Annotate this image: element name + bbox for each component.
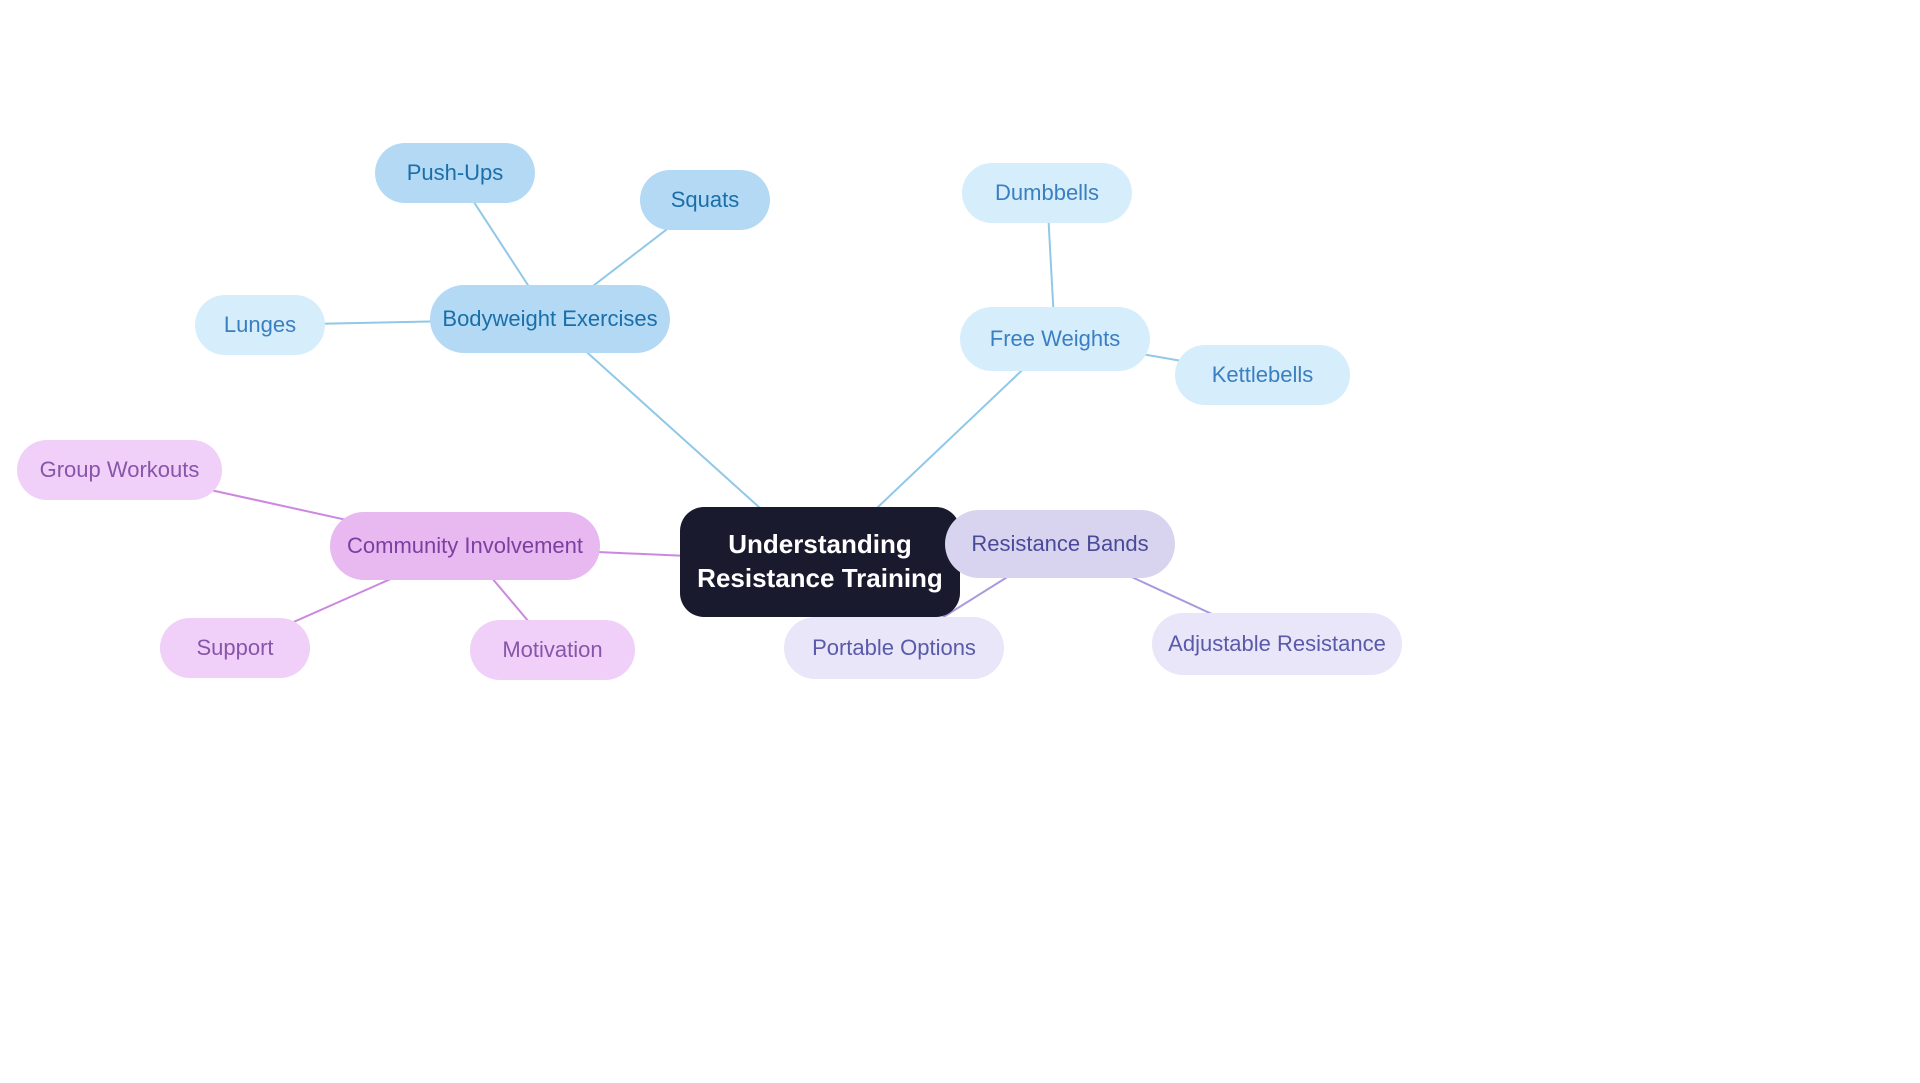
- community-node: Community Involvement: [330, 512, 600, 580]
- motivation-node: Motivation: [470, 620, 635, 680]
- resistbands-node: Resistance Bands: [945, 510, 1175, 578]
- center-node: Understanding Resistance Training: [680, 507, 960, 617]
- groupwork-node: Group Workouts: [17, 440, 222, 500]
- support-node: Support: [160, 618, 310, 678]
- dumbbells-node: Dumbbells: [962, 163, 1132, 223]
- portable-node: Portable Options: [784, 617, 1004, 679]
- squats-node: Squats: [640, 170, 770, 230]
- adjustable-node: Adjustable Resistance: [1152, 613, 1402, 675]
- lunges-node: Lunges: [195, 295, 325, 355]
- pushups-node: Push-Ups: [375, 143, 535, 203]
- freeweights-node: Free Weights: [960, 307, 1150, 371]
- kettlebells-node: Kettlebells: [1175, 345, 1350, 405]
- bodyweight-node: Bodyweight Exercises: [430, 285, 670, 353]
